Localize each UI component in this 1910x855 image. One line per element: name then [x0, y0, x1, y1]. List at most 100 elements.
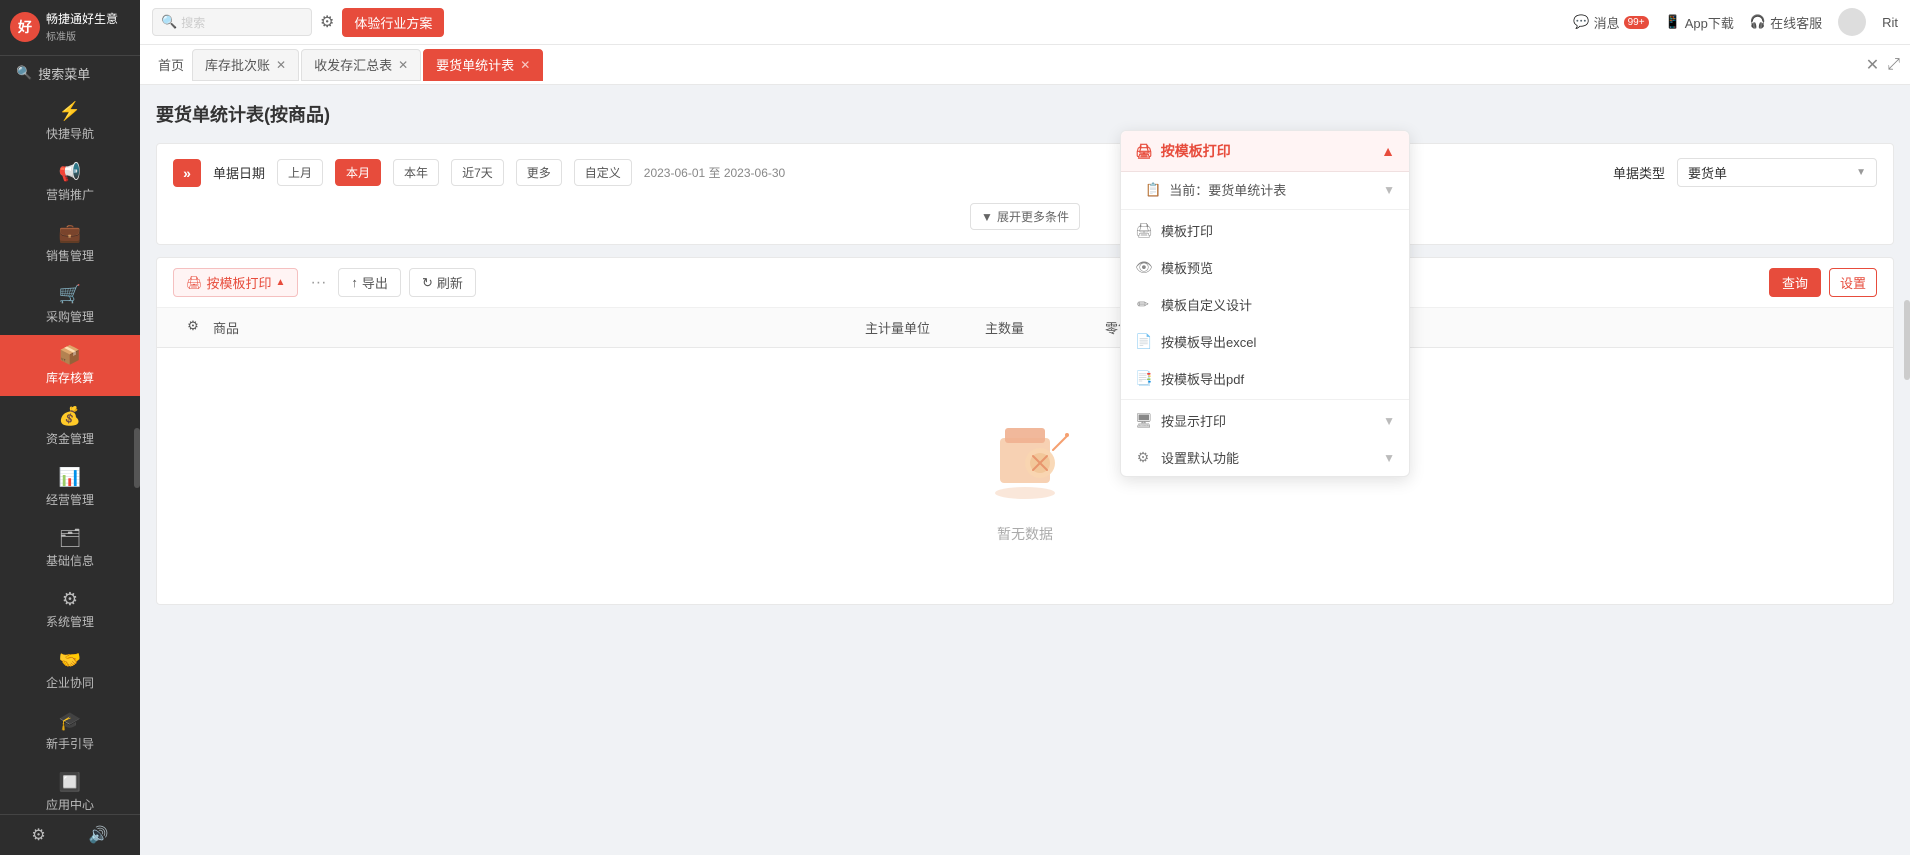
table-header: ⚙ 商品 主计量单位 主数量 零售金额 [157, 308, 1893, 348]
date-btn-custom[interactable]: 自定义 [574, 159, 632, 186]
search-placeholder: 搜索 [181, 14, 205, 31]
inventory-icon: 📦 [59, 345, 81, 366]
system-icon: ⚙ [62, 589, 78, 610]
col-unit: 主计量单位 [865, 318, 985, 337]
logo-icon: 好 [10, 12, 40, 42]
search-menu-btn[interactable]: 🔍 搜索菜单 [0, 56, 140, 91]
tabs-bar: 首页 库存批次账 ✕ 收发存汇总表 ✕ 要货单统计表 ✕ ✕ ⤢ [140, 45, 1910, 85]
search-icon: 🔍 [161, 14, 177, 30]
expand-down-icon: ▼ [981, 210, 993, 224]
audio-bottom-icon[interactable]: 🔊 [89, 825, 109, 845]
sidebar-item-operation[interactable]: 📊 经营管理 [0, 457, 140, 518]
filter-bar: » 单据日期 上月 本月 本年 近7天 更多 自定义 2023-06-01 至 … [156, 143, 1894, 245]
template-custom-item[interactable]: ✏ 模板自定义设计 [1121, 286, 1409, 323]
set-default-arrow: ▼ [1383, 451, 1395, 465]
divider-2 [1121, 399, 1409, 400]
current-template-item[interactable]: 📋 当前：要货单统计表 ▼ [1121, 172, 1409, 207]
close-tab-icon[interactable]: ✕ [1866, 55, 1879, 75]
tab-requisition-stats[interactable]: 要货单统计表 ✕ [423, 49, 543, 81]
more-actions-icon[interactable]: ··· [306, 274, 330, 292]
filter-toggle-btn[interactable]: » [173, 159, 201, 187]
tab-close-requisition-stats[interactable]: ✕ [520, 58, 530, 72]
settings-icon[interactable]: ⚙ [320, 12, 334, 32]
sidebar: 好 畅捷通好生意 标准版 🔍 搜索菜单 ⚡ 快捷导航 📢 营销推广 💼 销售管理… [0, 0, 140, 855]
template-print-item[interactable]: 🖨 模板打印 [1121, 212, 1409, 249]
template-export-excel-item[interactable]: 📄 按模板导出excel [1121, 323, 1409, 360]
sidebar-item-collab[interactable]: 🤝 企业协同 [0, 640, 140, 701]
sidebar-item-marketing[interactable]: 📢 营销推广 [0, 152, 140, 213]
date-btn-last7days[interactable]: 近7天 [451, 159, 504, 186]
logo-text: 畅捷通好生意 标准版 [46, 12, 118, 43]
message-btn[interactable]: 💬 消息 99+ [1573, 13, 1648, 32]
tab-receipt-summary[interactable]: 收发存汇总表 ✕ [301, 49, 421, 81]
empty-icon [975, 408, 1075, 508]
display-print-item[interactable]: 🖥 按显示打印 ▼ [1121, 402, 1409, 439]
header-search-box[interactable]: 🔍 搜索 [152, 8, 312, 36]
guide-icon: 🎓 [59, 711, 81, 732]
sidebar-item-inventory[interactable]: 📦 库存核算 [0, 335, 140, 396]
sidebar-nav: ⚡ 快捷导航 📢 营销推广 💼 销售管理 🛒 采购管理 📦 库存核算 💰 资金管… [0, 91, 140, 814]
print-dropdown-menu: 🖨 按模板打印 ▲ 📋 当前：要货单统计表 ▼ 🖨 模板打印 👁 模板预览 ✏ … [1120, 130, 1410, 477]
printer-icon: 🖨 [186, 275, 203, 291]
service-icon: 🎧 [1750, 14, 1766, 30]
template-export-pdf-item[interactable]: 📑 按模板导出pdf [1121, 360, 1409, 397]
tab-home[interactable]: 首页 [150, 55, 192, 74]
message-icon: 💬 [1573, 14, 1589, 30]
set-default-item[interactable]: ⚙ 设置默认功能 ▼ [1121, 439, 1409, 476]
message-badge: 99+ [1624, 16, 1649, 29]
template-export-pdf-icon: 📑 [1135, 370, 1151, 387]
sidebar-item-appstore[interactable]: 🔲 应用中心 [0, 762, 140, 814]
dropdown-header: 🖨 按模板打印 ▲ [1121, 131, 1409, 172]
expand-more-btn[interactable]: ▼ 展开更多条件 [970, 203, 1080, 230]
filter-row-date: » 单据日期 上月 本月 本年 近7天 更多 自定义 2023-06-01 至 … [173, 158, 1877, 187]
sidebar-item-sales[interactable]: 💼 销售管理 [0, 213, 140, 274]
print-template-btn[interactable]: 🖨 按模板打印 ▲ [173, 268, 298, 297]
sidebar-item-guide[interactable]: 🎓 新手引导 [0, 701, 140, 762]
sidebar-scrollbar[interactable] [134, 428, 140, 488]
experience-btn[interactable]: 体验行业方案 [342, 8, 444, 37]
header-left: 🔍 搜索 ⚙ 体验行业方案 [152, 8, 444, 37]
table-actions-right: 查询 设置 [1769, 268, 1877, 297]
date-btn-current-year[interactable]: 本年 [393, 159, 439, 186]
doc-type-filter-label: 单据类型 [1613, 163, 1665, 182]
table-toolbar: 🖨 按模板打印 ▲ ··· ↑ 导出 ↻ 刷新 查询 [157, 258, 1893, 308]
sidebar-item-quick-nav[interactable]: ⚡ 快捷导航 [0, 91, 140, 152]
date-btn-more[interactable]: 更多 [516, 159, 562, 186]
quick-nav-icon: ⚡ [59, 101, 81, 122]
finance-icon: 💰 [59, 406, 81, 427]
date-filter-label: 单据日期 [213, 163, 265, 182]
refresh-btn[interactable]: ↻ 刷新 [409, 268, 476, 297]
date-range-display: 2023-06-01 至 2023-06-30 [644, 164, 785, 181]
settings-bottom-icon[interactable]: ⚙ [31, 825, 45, 845]
date-btn-prev-month[interactable]: 上月 [277, 159, 323, 186]
sidebar-item-basic[interactable]: 🗂 基础信息 [0, 518, 140, 579]
appstore-icon: 🔲 [59, 772, 81, 793]
table-settings-btn[interactable]: 设置 [1829, 268, 1877, 297]
display-print-arrow: ▼ [1383, 414, 1395, 428]
template-preview-item[interactable]: 👁 模板预览 [1121, 249, 1409, 286]
online-service-btn[interactable]: 🎧 在线客服 [1750, 13, 1822, 32]
date-btn-current-month[interactable]: 本月 [335, 159, 381, 186]
query-btn[interactable]: 查询 [1769, 268, 1821, 297]
sidebar-item-system[interactable]: ⚙ 系统管理 [0, 579, 140, 640]
tab-close-inventory-batch[interactable]: ✕ [276, 58, 286, 72]
display-print-icon: 🖥 [1135, 412, 1151, 429]
tab-close-receipt-summary[interactable]: ✕ [398, 58, 408, 72]
sidebar-item-purchase[interactable]: 🛒 采购管理 [0, 274, 140, 335]
doc-type-dropdown[interactable]: 要货单 ▼ [1677, 158, 1877, 187]
expand-tab-icon[interactable]: ⤢ [1887, 56, 1900, 74]
current-template-arrow: ▼ [1383, 183, 1395, 197]
app-download-btn[interactable]: 📱 App下载 [1665, 13, 1734, 32]
purchase-icon: 🛒 [59, 284, 81, 305]
col-settings[interactable]: ⚙ [173, 318, 213, 337]
export-btn[interactable]: ↑ 导出 [338, 268, 401, 297]
page-title: 要货单统计表(按商品) [156, 101, 1894, 127]
username-label: Rit [1882, 15, 1898, 30]
table-container: 🖨 按模板打印 ▲ ··· ↑ 导出 ↻ 刷新 查询 [156, 257, 1894, 605]
page-scrollbar[interactable] [1904, 300, 1910, 380]
dropdown-collapse-icon[interactable]: ▲ [1381, 143, 1395, 159]
tab-inventory-batch[interactable]: 库存批次账 ✕ [192, 49, 299, 81]
user-avatar[interactable] [1838, 8, 1866, 36]
current-template-icon: 📋 [1145, 182, 1161, 198]
sidebar-item-finance[interactable]: 💰 资金管理 [0, 396, 140, 457]
